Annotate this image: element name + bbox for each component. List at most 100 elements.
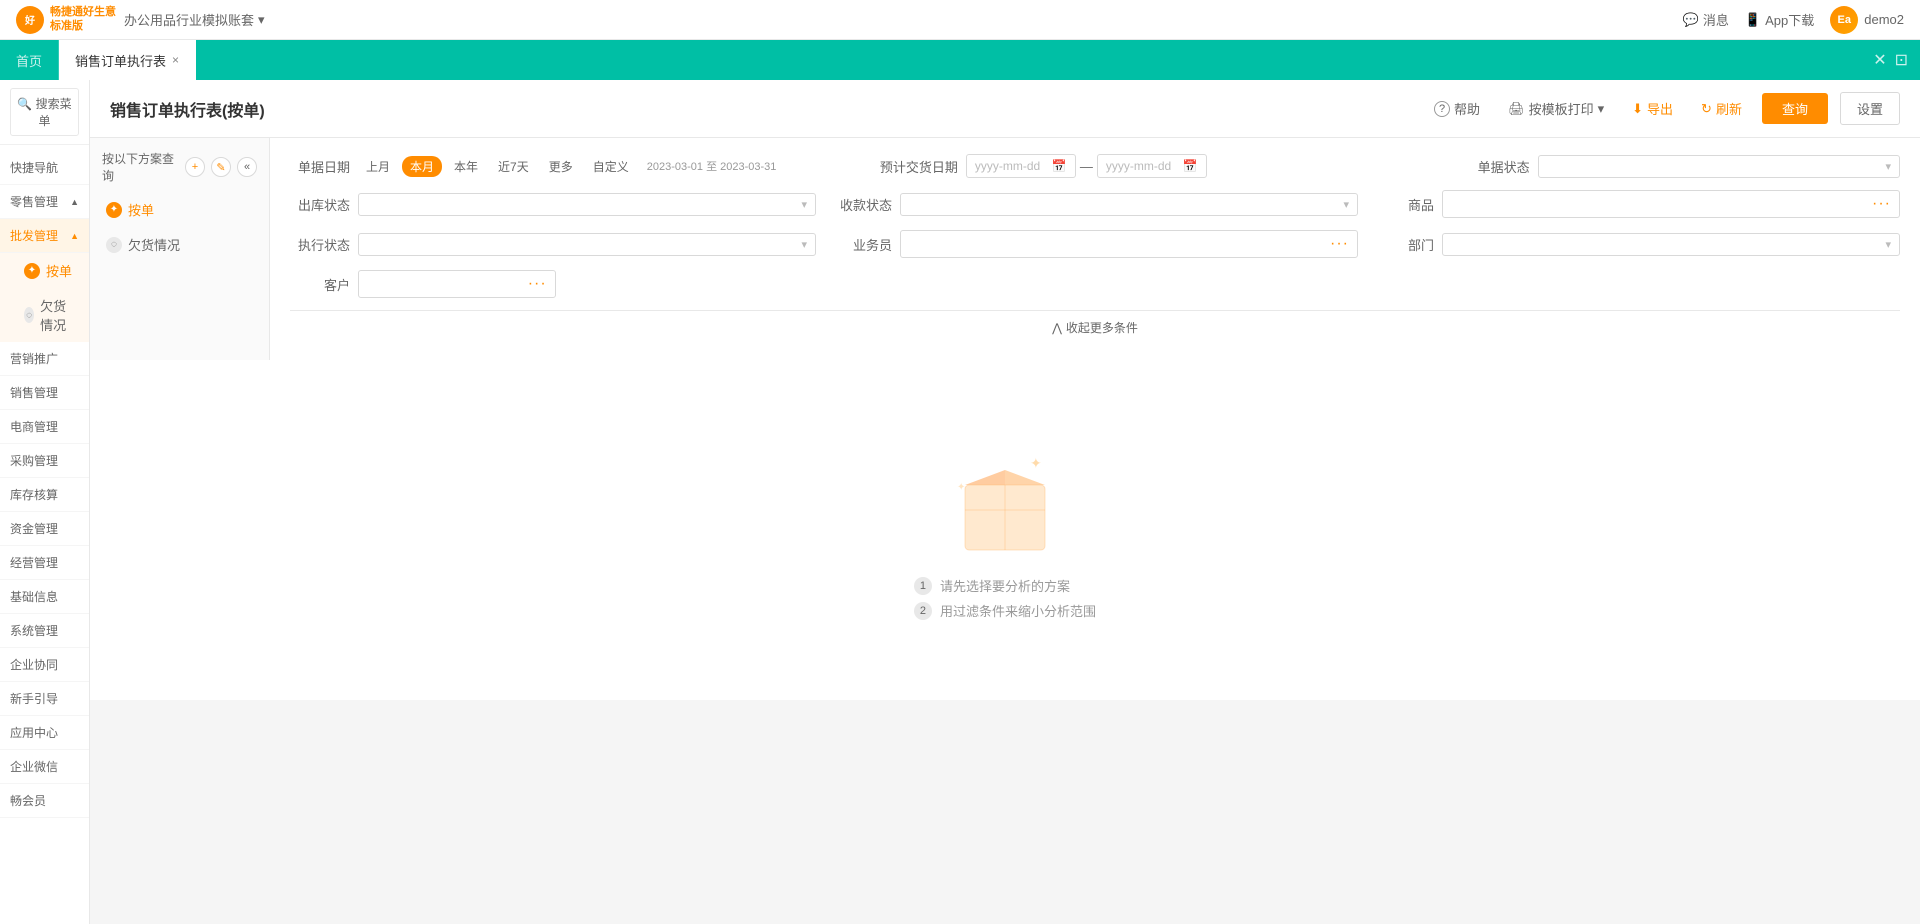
sidebar-item-operations[interactable]: 经营管理 bbox=[0, 546, 89, 580]
app-download-action[interactable]: 📱 App下载 bbox=[1745, 10, 1814, 29]
delivery-date-from[interactable]: yyyy-mm-dd 📅 bbox=[966, 154, 1076, 178]
filter-row-1: 单据日期 上月 本月 本年 近7天 更多 自定义 bbox=[290, 154, 1900, 178]
tab-close-icon[interactable]: × bbox=[172, 53, 179, 67]
help-label: 帮助 bbox=[1454, 99, 1480, 118]
customer-control: ··· bbox=[358, 270, 556, 298]
tab-active[interactable]: 销售订单执行表 × bbox=[59, 40, 196, 80]
product-dots-icon: ··· bbox=[1872, 195, 1891, 213]
filter-row-2: 出库状态 ▾ 收款状态 ▾ bbox=[290, 190, 1900, 218]
print-label: 按模板打印 bbox=[1529, 99, 1594, 118]
collapse-up-icon: ⋀ bbox=[1052, 321, 1062, 335]
department-arrow-icon: ▾ bbox=[1885, 238, 1891, 251]
export-label: 导出 bbox=[1647, 99, 1673, 118]
message-action[interactable]: 💬 消息 bbox=[1683, 10, 1729, 29]
payment-status-control: ▾ bbox=[900, 193, 1358, 216]
collapse-button[interactable]: ⋀ 收起更多条件 bbox=[290, 310, 1900, 344]
calendar-to-icon: 📅 bbox=[1183, 159, 1198, 173]
scheme-label-orders: 按单 bbox=[128, 200, 154, 219]
empty-tip-1: 1 请先选择要分析的方案 bbox=[914, 576, 1096, 595]
date-tab-last-7days[interactable]: 近7天 bbox=[490, 156, 537, 177]
export-button[interactable]: ⬇ 导出 bbox=[1624, 95, 1681, 122]
logo-text: 畅捷通好生意 标准版 bbox=[50, 6, 116, 32]
window-maximize-icon[interactable]: ⊡ bbox=[1895, 50, 1908, 70]
tab-home-label: 首页 bbox=[16, 51, 42, 70]
content-area: 销售订单执行表(按单) ? 帮助 🖨 按模板打印 ▾ ⬇ 导出 ↻ 刷新 bbox=[90, 80, 1920, 924]
window-close-icon[interactable]: ✕ bbox=[1873, 50, 1886, 70]
date-tab-custom[interactable]: 自定义 bbox=[585, 156, 637, 177]
sidebar-nav: 快捷导航 零售管理 批发管理 ✦ 按单 ◌ 欠货情况 营销推广 销售管理 bbox=[0, 145, 89, 824]
message-icon: 💬 bbox=[1683, 12, 1699, 28]
sidebar-item-membership[interactable]: 畅会员 bbox=[0, 784, 89, 818]
filter-item-date: 单据日期 上月 本月 本年 近7天 更多 自定义 bbox=[290, 156, 864, 177]
nav-title-area[interactable]: 办公用品行业模拟账套 ▾ bbox=[124, 10, 265, 29]
sidebar-item-retail[interactable]: 零售管理 bbox=[0, 185, 89, 219]
refresh-button[interactable]: ↻ 刷新 bbox=[1693, 95, 1750, 122]
department-label: 部门 bbox=[1374, 235, 1434, 254]
salesperson-input[interactable]: ··· bbox=[900, 230, 1358, 258]
date-tab-more[interactable]: 更多 bbox=[541, 156, 581, 177]
header-right: 💬 消息 📱 App下载 Ea demo2 bbox=[1683, 6, 1904, 34]
scheme-item-orders[interactable]: ✦ 按单 bbox=[90, 192, 269, 227]
sidebar-sub-item-orders[interactable]: ✦ 按单 bbox=[8, 253, 89, 288]
sidebar-sub-item-backorder[interactable]: ◌ 欠货情况 bbox=[8, 288, 89, 342]
export-icon: ⬇ bbox=[1632, 101, 1643, 117]
sidebar-item-ecommerce[interactable]: 电商管理 bbox=[0, 410, 89, 444]
date-control: 上月 本月 本年 近7天 更多 自定义 2023-03-01 至 2023-03… bbox=[358, 156, 864, 177]
payment-status-select[interactable]: ▾ bbox=[900, 193, 1358, 216]
scheme-label-backorder: 欠货情况 bbox=[128, 235, 180, 254]
sidebar-item-inventory[interactable]: 库存核算 bbox=[0, 478, 89, 512]
collapse-icon: « bbox=[244, 161, 250, 173]
exec-status-control: ▾ bbox=[358, 233, 816, 256]
help-button[interactable]: ? 帮助 bbox=[1426, 95, 1488, 122]
exec-status-select[interactable]: ▾ bbox=[358, 233, 816, 256]
top-header: 好 畅捷通好生意 标准版 办公用品行业模拟账套 ▾ 💬 消息 📱 App下载 E… bbox=[0, 0, 1920, 40]
delivery-date-to[interactable]: yyyy-mm-dd 📅 bbox=[1097, 154, 1207, 178]
sidebar-item-basic-info[interactable]: 基础信息 bbox=[0, 580, 89, 614]
filter-item-customer: 客户 ··· bbox=[290, 270, 556, 298]
sidebar-search-button[interactable]: 🔍 搜索菜单 bbox=[10, 88, 79, 136]
sidebar-item-cooperation[interactable]: 企业协同 bbox=[0, 648, 89, 682]
sidebar-item-purchase[interactable]: 采购管理 bbox=[0, 444, 89, 478]
product-input[interactable]: ··· bbox=[1442, 190, 1900, 218]
date-tab-this-year[interactable]: 本年 bbox=[446, 156, 486, 177]
scheme-collapse-button[interactable]: « bbox=[237, 157, 257, 177]
settings-button[interactable]: 设置 bbox=[1840, 92, 1900, 125]
sidebar-item-marketing[interactable]: 营销推广 bbox=[0, 342, 89, 376]
sidebar-sub-items: ✦ 按单 ◌ 欠货情况 bbox=[0, 253, 89, 342]
sidebar-item-sales[interactable]: 销售管理 bbox=[0, 376, 89, 410]
query-button[interactable]: 查询 bbox=[1762, 93, 1828, 124]
doc-status-select[interactable]: ▾ bbox=[1538, 155, 1900, 178]
delivery-status-select[interactable]: ▾ bbox=[358, 193, 816, 216]
delivery-status-control: ▾ bbox=[358, 193, 816, 216]
refresh-icon: ↻ bbox=[1701, 101, 1712, 117]
sidebar-item-quick-nav[interactable]: 快捷导航 bbox=[0, 151, 89, 185]
scheme-item-backorder[interactable]: ◌ 欠货情况 bbox=[90, 227, 269, 262]
sidebar-item-wholesale[interactable]: 批发管理 bbox=[0, 219, 89, 253]
sidebar-item-app-center[interactable]: 应用中心 bbox=[0, 716, 89, 750]
scheme-edit-button[interactable]: ✎ bbox=[211, 157, 231, 177]
scheme-icon-orders: ✦ bbox=[106, 202, 122, 218]
print-button[interactable]: 🖨 按模板打印 ▾ bbox=[1500, 95, 1612, 122]
delivery-date-from-placeholder: yyyy-mm-dd bbox=[975, 159, 1040, 173]
sidebar-item-finance[interactable]: 资金管理 bbox=[0, 512, 89, 546]
date-label: 单据日期 bbox=[290, 157, 350, 176]
date-hint: 2023-03-01 至 2023-03-31 bbox=[647, 158, 777, 174]
scheme-add-button[interactable]: + bbox=[185, 157, 205, 177]
filter-row-3: 执行状态 ▾ 业务员 ··· bbox=[290, 230, 1900, 258]
page-actions: ? 帮助 🖨 按模板打印 ▾ ⬇ 导出 ↻ 刷新 查询 bbox=[1426, 92, 1900, 125]
date-tab-last-month[interactable]: 上月 bbox=[358, 156, 398, 177]
sidebar-item-system[interactable]: 系统管理 bbox=[0, 614, 89, 648]
sidebar-item-newbie[interactable]: 新手引导 bbox=[0, 682, 89, 716]
user-area[interactable]: Ea demo2 bbox=[1830, 6, 1904, 34]
department-select[interactable]: ▾ bbox=[1442, 233, 1900, 256]
customer-input[interactable]: ··· bbox=[358, 270, 556, 298]
sidebar-item-enterprise-wechat[interactable]: 企业微信 bbox=[0, 750, 89, 784]
tip-num-2: 2 bbox=[914, 602, 932, 620]
delivery-date-label: 预计交货日期 bbox=[880, 157, 958, 176]
logo-area: 好 畅捷通好生意 标准版 bbox=[16, 6, 116, 34]
sidebar: 🔍 搜索菜单 快捷导航 零售管理 批发管理 ✦ 按单 ◌ 欠货情况 bbox=[0, 80, 90, 924]
nav-arrow-icon[interactable]: ▾ bbox=[258, 12, 265, 28]
date-tab-this-month[interactable]: 本月 bbox=[402, 156, 442, 177]
filter-item-exec-status: 执行状态 ▾ bbox=[290, 233, 816, 256]
tab-home[interactable]: 首页 bbox=[0, 40, 59, 80]
